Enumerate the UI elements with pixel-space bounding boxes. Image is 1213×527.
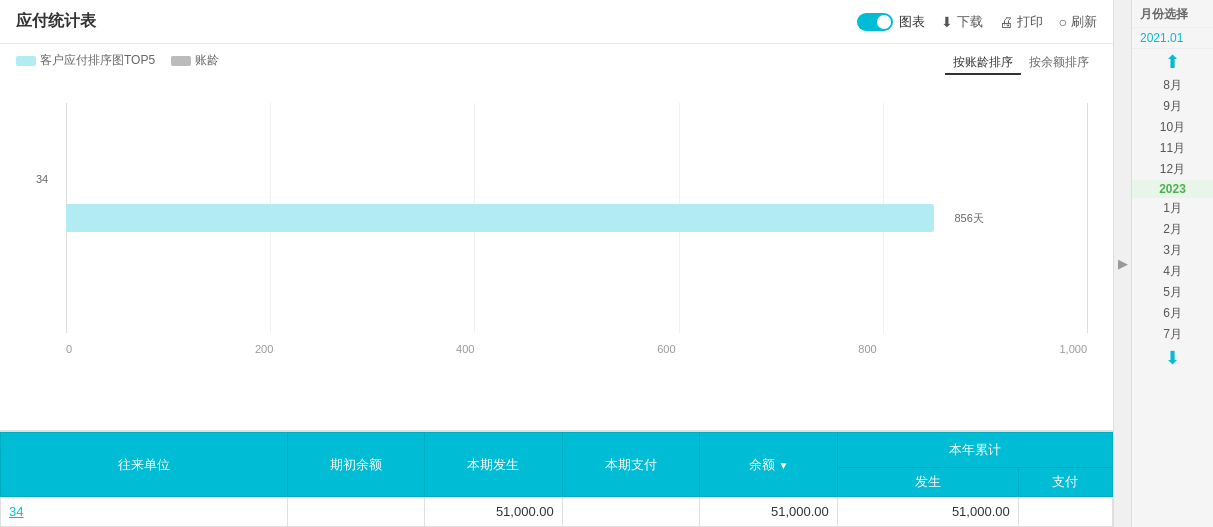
legend-color-2 bbox=[171, 56, 191, 66]
month-8[interactable]: 8月 bbox=[1132, 75, 1213, 96]
chart-plot-area: 856天 0 200 400 600 800 1,000 bbox=[66, 103, 1087, 333]
cell-current-occur: 51,000.00 bbox=[425, 497, 563, 527]
print-button[interactable]: 🖨 打印 bbox=[999, 13, 1043, 31]
chart-section: 客户应付排序图TOP5 账龄 按账龄排序 按余额排序 34 bbox=[0, 44, 1113, 430]
header-actions: 图表 ⬇ 下载 🖨 打印 ○ 刷新 bbox=[857, 13, 1097, 31]
sort-by-age-button[interactable]: 按账龄排序 bbox=[945, 52, 1021, 75]
toggle-track[interactable] bbox=[857, 13, 893, 31]
header: 应付统计表 图表 ⬇ 下载 🖨 打印 ○ 刷新 bbox=[0, 0, 1113, 44]
chart-legend: 客户应付排序图TOP5 账龄 bbox=[16, 52, 219, 69]
cell-current-pay bbox=[562, 497, 700, 527]
month-9[interactable]: 9月 bbox=[1132, 96, 1213, 117]
col-opening: 期初余额 bbox=[287, 433, 425, 497]
x-label-200: 200 bbox=[255, 343, 273, 355]
col-ytd-pay: 支付 bbox=[1018, 468, 1112, 497]
download-label: 下载 bbox=[957, 13, 983, 31]
month-12[interactable]: 12月 bbox=[1132, 159, 1213, 180]
legend-item-1: 客户应付排序图TOP5 bbox=[16, 52, 155, 69]
data-table: 往来单位 期初余额 本期发生 本期支付 余额 ▼ 本年累计 发生 bbox=[0, 432, 1113, 527]
legend-label-2: 账龄 bbox=[195, 52, 219, 69]
x-label-0: 0 bbox=[66, 343, 72, 355]
refresh-button[interactable]: ○ 刷新 bbox=[1059, 13, 1097, 31]
col-ytd: 本年累计 bbox=[837, 433, 1112, 468]
months-up-button[interactable]: ⬆ bbox=[1132, 49, 1213, 75]
month-3[interactable]: 3月 bbox=[1132, 240, 1213, 261]
month-6[interactable]: 6月 bbox=[1132, 303, 1213, 324]
chart-wrapper: 34 856天 bbox=[16, 83, 1097, 363]
left-panel: 应付统计表 图表 ⬇ 下载 🖨 打印 ○ 刷新 bbox=[0, 0, 1113, 527]
bar-container: 856天 bbox=[66, 204, 1087, 232]
download-icon: ⬇ bbox=[941, 14, 953, 30]
col-ytd-occur: 发生 bbox=[837, 468, 1018, 497]
x-label-1000: 1,000 bbox=[1059, 343, 1087, 355]
x-label-400: 400 bbox=[456, 343, 474, 355]
main-layout: 应付统计表 图表 ⬇ 下载 🖨 打印 ○ 刷新 bbox=[0, 0, 1213, 527]
balance-sort-icon[interactable]: ▼ bbox=[778, 460, 788, 471]
year-marker[interactable]: 2023 bbox=[1132, 180, 1213, 198]
months-down-button[interactable]: ⬇ bbox=[1132, 345, 1213, 371]
legend-label-1: 客户应付排序图TOP5 bbox=[40, 52, 155, 69]
cell-ytd-pay bbox=[1018, 497, 1112, 527]
bar-end-label: 856天 bbox=[954, 211, 983, 226]
sidebar-year-current[interactable]: 2021.01 bbox=[1132, 28, 1213, 49]
cell-ytd-occur: 51,000.00 bbox=[837, 497, 1018, 527]
month-4[interactable]: 4月 bbox=[1132, 261, 1213, 282]
download-button[interactable]: ⬇ 下载 bbox=[941, 13, 983, 31]
month-5[interactable]: 5月 bbox=[1132, 282, 1213, 303]
month-1[interactable]: 1月 bbox=[1132, 198, 1213, 219]
col-current-pay: 本期支付 bbox=[562, 433, 700, 497]
down-icon: ⬇ bbox=[1165, 347, 1180, 369]
cell-unit[interactable]: 34 bbox=[1, 497, 288, 527]
print-icon: 🖨 bbox=[999, 14, 1013, 30]
month-2[interactable]: 2月 bbox=[1132, 219, 1213, 240]
chart-sort-buttons: 按账龄排序 按余额排序 bbox=[945, 52, 1097, 75]
month-7[interactable]: 7月 bbox=[1132, 324, 1213, 345]
table-section: 往来单位 期初余额 本期发生 本期支付 余额 ▼ 本年累计 发生 bbox=[0, 430, 1113, 527]
month-10[interactable]: 10月 bbox=[1132, 117, 1213, 138]
refresh-icon: ○ bbox=[1059, 14, 1067, 30]
x-label-600: 600 bbox=[657, 343, 675, 355]
sort-by-balance-button[interactable]: 按余额排序 bbox=[1021, 52, 1097, 75]
y-axis-label: 34 bbox=[36, 173, 48, 185]
legend-item-2: 账龄 bbox=[171, 52, 219, 69]
col-balance-label: 余额 bbox=[749, 457, 775, 472]
grid-line-5 bbox=[1087, 103, 1088, 333]
up-icon: ⬆ bbox=[1165, 51, 1180, 73]
col-balance: 余额 ▼ bbox=[700, 433, 838, 497]
cell-opening bbox=[287, 497, 425, 527]
toggle-label: 图表 bbox=[899, 13, 925, 31]
page-title: 应付统计表 bbox=[16, 11, 96, 32]
print-label: 打印 bbox=[1017, 13, 1043, 31]
refresh-label: 刷新 bbox=[1071, 13, 1097, 31]
x-axis: 0 200 400 600 800 1,000 bbox=[66, 343, 1087, 355]
month-11[interactable]: 11月 bbox=[1132, 138, 1213, 159]
chart-toggle[interactable]: 图表 bbox=[857, 13, 925, 31]
table-wrapper: 往来单位 期初余额 本期发生 本期支付 余额 ▼ 本年累计 发生 bbox=[0, 432, 1113, 527]
collapse-button[interactable]: ▶ bbox=[1114, 0, 1132, 527]
cell-balance: 51,000.00 bbox=[700, 497, 838, 527]
col-unit: 往来单位 bbox=[1, 433, 288, 497]
col-current-occur: 本期发生 bbox=[425, 433, 563, 497]
right-panel: ▶ 月份选择 2021.01 ⬆ 8月 9月 10月 11月 12月 2023 … bbox=[1113, 0, 1213, 527]
table-row: 34 51,000.00 51,000.00 51,000.00 bbox=[1, 497, 1113, 527]
x-label-800: 800 bbox=[858, 343, 876, 355]
chart-header: 客户应付排序图TOP5 账龄 按账龄排序 按余额排序 bbox=[16, 52, 1097, 79]
sidebar-header: 月份选择 bbox=[1132, 2, 1213, 28]
months-panel: 月份选择 2021.01 ⬆ 8月 9月 10月 11月 12月 2023 1月… bbox=[1132, 0, 1213, 527]
table-header-row-1: 往来单位 期初余额 本期发生 本期支付 余额 ▼ 本年累计 bbox=[1, 433, 1113, 468]
toggle-thumb bbox=[877, 15, 891, 29]
bar-fill: 856天 bbox=[66, 204, 934, 232]
collapse-icon: ▶ bbox=[1118, 256, 1128, 271]
legend-color-1 bbox=[16, 56, 36, 66]
